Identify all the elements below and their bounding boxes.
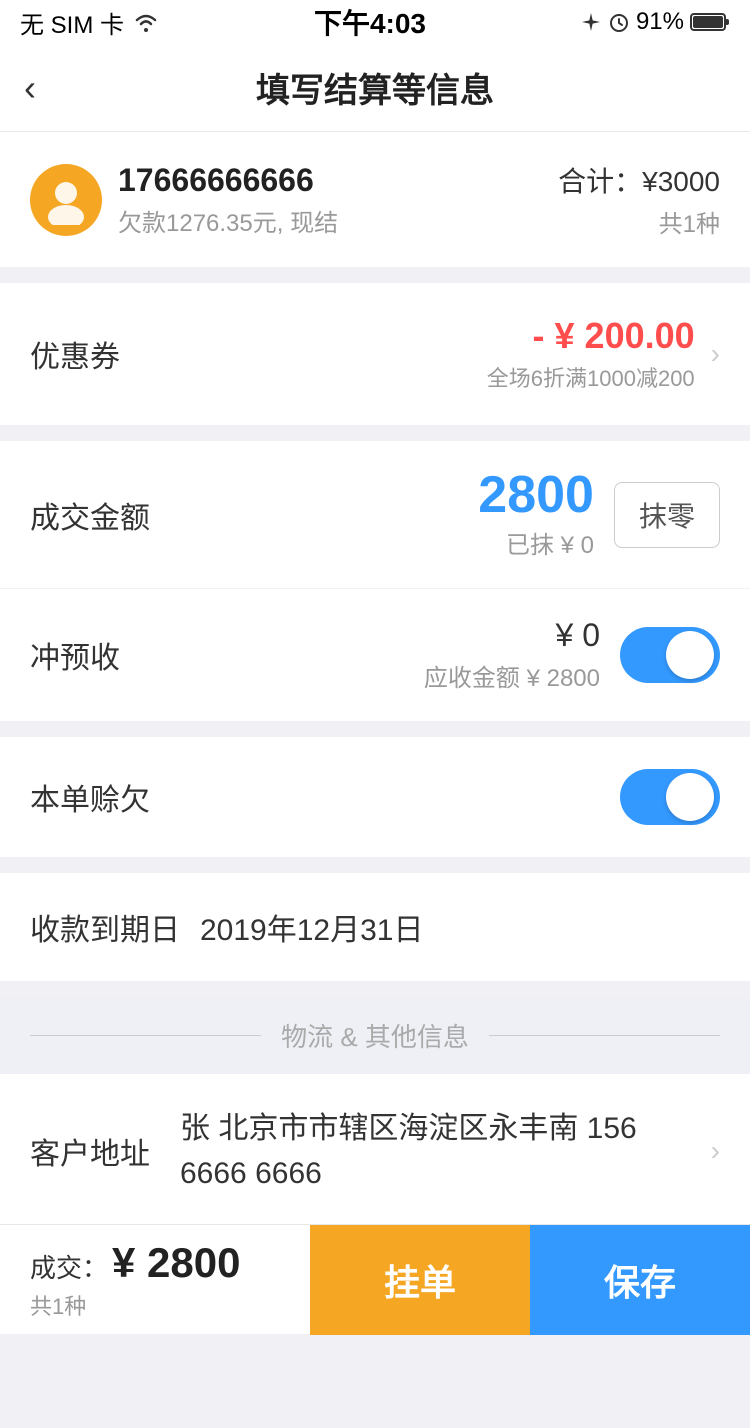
address-chevron: › (711, 1135, 720, 1167)
customer-right: 合计：¥3000 共1种 (558, 160, 720, 239)
chong-amount-col: ¥ 0 应收金额 ¥ 2800 (424, 617, 600, 693)
deal-row: 成交金额 2800 已抹 ¥ 0 抹零 (0, 441, 750, 588)
chong-row: 冲预收 ¥ 0 应收金额 ¥ 2800 (0, 588, 750, 721)
alarm-icon (608, 11, 630, 33)
bottom-bar: 成交： ¥ 2800 共1种 挂单 保存 (0, 1224, 750, 1334)
round-btn[interactable]: 抹零 (614, 482, 720, 548)
battery-label: 91% (636, 8, 684, 36)
status-right: 91% (580, 8, 730, 36)
bottom-amount: ¥ 2800 (112, 1239, 240, 1287)
nav-bar: ‹ 填写结算等信息 (0, 44, 750, 132)
deal-right: 2800 已抹 ¥ 0 抹零 (478, 469, 720, 560)
status-left: 无 SIM 卡 (20, 5, 160, 40)
customer-left: 17666666666 欠款1276.35元, 现结 (30, 162, 338, 238)
divider-line-left (30, 1035, 261, 1036)
address-label: 客户地址 (30, 1129, 150, 1173)
customer-count: 共1种 (558, 204, 720, 239)
divider-line-right (489, 1035, 720, 1036)
deal-label: 成交金额 (30, 493, 150, 537)
chong-main: ¥ 0 (424, 617, 600, 654)
shoukuan-label: 收款到期日 (30, 905, 180, 949)
address-section[interactable]: 客户地址 张 北京市市辖区海淀区永丰南 156 6666 6666 › (0, 1074, 750, 1228)
discount-desc: 全场6折满1000减200 (487, 361, 695, 393)
discount-chevron: › (711, 338, 720, 370)
deal-amount-col: 2800 已抹 ¥ 0 (478, 469, 594, 560)
deal-number: 2800 (478, 469, 594, 521)
shoukuan-date: 2019年12月31日 (200, 905, 423, 949)
chong-right: ¥ 0 应收金额 ¥ 2800 (424, 617, 720, 693)
bendan-toggle-knob (666, 773, 714, 821)
status-time: 下午4:03 (314, 2, 426, 42)
avatar (30, 164, 102, 236)
discount-amount: - ¥ 200.00 (487, 315, 695, 357)
bottom-count: 共1种 (30, 1289, 280, 1321)
customer-phone: 17666666666 (118, 162, 338, 199)
hangdan-button[interactable]: 挂单 (310, 1225, 530, 1335)
battery-icon (690, 11, 730, 33)
customer-info: 17666666666 欠款1276.35元, 现结 (118, 162, 338, 238)
back-button[interactable]: ‹ (24, 67, 36, 109)
chong-toggle[interactable] (620, 627, 720, 683)
deal-section: 成交金额 2800 已抹 ¥ 0 抹零 冲预收 ¥ 0 应收金额 ¥ 2800 (0, 441, 750, 721)
divider-text: 物流 & 其他信息 (281, 1017, 469, 1054)
customer-card: 17666666666 欠款1276.35元, 现结 合计：¥3000 共1种 (0, 132, 750, 267)
chong-label: 冲预收 (30, 633, 120, 677)
wifi-icon (132, 11, 160, 33)
address-value: 张 北京市市辖区海淀区永丰南 156 6666 6666 (180, 1106, 701, 1196)
avatar-icon (41, 175, 91, 225)
bottom-info: 成交： ¥ 2800 共1种 (0, 1239, 310, 1321)
shoukuan-section: 收款到期日 2019年12月31日 (0, 873, 750, 981)
customer-debt: 欠款1276.35元, 现结 (118, 203, 338, 238)
discount-col: - ¥ 200.00 全场6折满1000减200 (487, 315, 695, 393)
bendan-label: 本单赊欠 (30, 775, 150, 819)
discount-label: 优惠券 (30, 332, 120, 376)
chong-sub: 应收金额 ¥ 2800 (424, 658, 600, 693)
chong-toggle-knob (666, 631, 714, 679)
status-bar: 无 SIM 卡 下午4:03 91% (0, 0, 750, 44)
divider-section: 物流 & 其他信息 (0, 997, 750, 1074)
sim-label: 无 SIM 卡 (20, 5, 124, 40)
bendan-toggle[interactable] (620, 769, 720, 825)
deal-zero: 已抹 ¥ 0 (478, 525, 594, 560)
discount-row[interactable]: 优惠券 - ¥ 200.00 全场6折满1000减200 › (0, 283, 750, 425)
page-title: 填写结算等信息 (256, 63, 494, 112)
bendan-section: 本单赊欠 (0, 737, 750, 857)
save-button[interactable]: 保存 (530, 1225, 750, 1335)
discount-right: - ¥ 200.00 全场6折满1000减200 › (487, 315, 720, 393)
customer-total: 合计：¥3000 (558, 160, 720, 200)
discount-section: 优惠券 - ¥ 200.00 全场6折满1000减200 › (0, 283, 750, 425)
bottom-deal-label: 成交： (30, 1248, 108, 1285)
location-icon (580, 11, 602, 33)
